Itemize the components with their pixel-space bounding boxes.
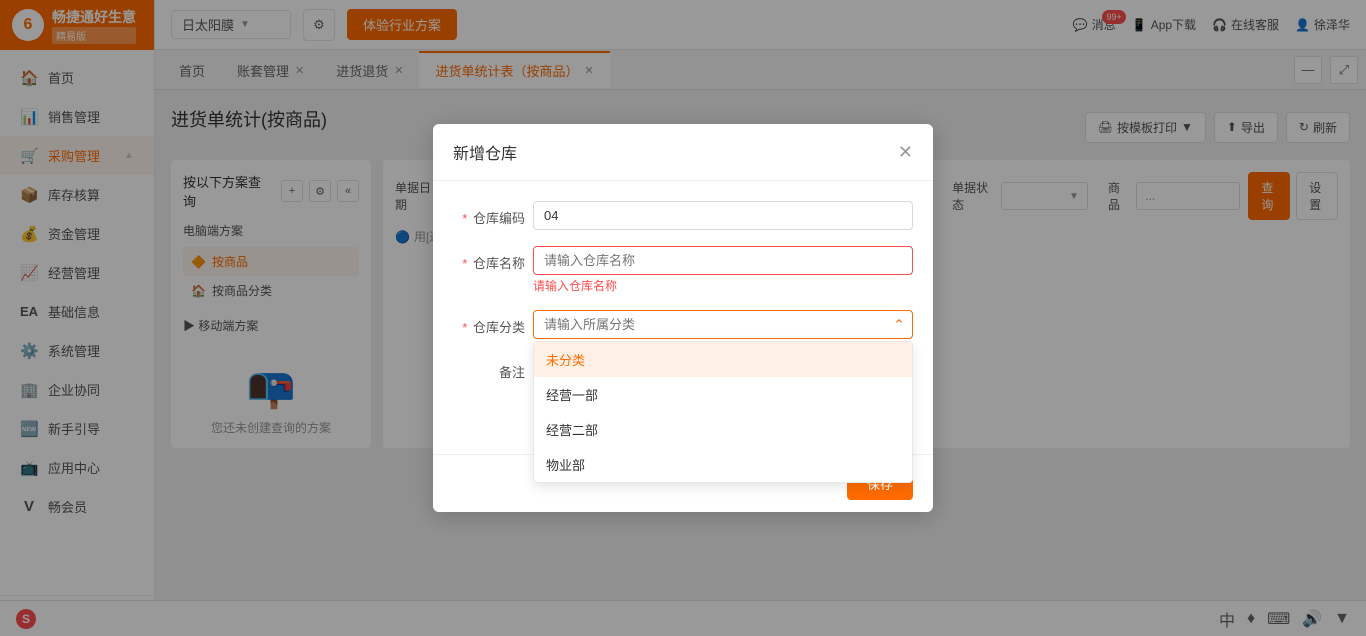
dropdown-item-dept3[interactable]: 物业部 <box>534 447 912 482</box>
category-input[interactable] <box>533 310 913 339</box>
modal-title: 新增仓库 <box>453 140 517 164</box>
modal-body: * 仓库编码 * 仓库名称 请输入仓库名称 <box>433 181 933 454</box>
modal-overlay: 新增仓库 ✕ * 仓库编码 * 仓库名称 <box>0 0 1366 636</box>
notes-label: 备注 <box>453 355 533 381</box>
name-control: 请输入仓库名称 <box>533 246 913 294</box>
name-form-row: * 仓库名称 请输入仓库名称 <box>453 246 913 294</box>
dropdown-item-unclassified[interactable]: 未分类 <box>534 342 912 377</box>
code-input[interactable] <box>533 201 913 230</box>
name-input[interactable] <box>533 246 913 275</box>
category-form-row: * 仓库分类 ⌃ 未分类 经营一部 经营二部 物业部 <box>453 310 913 339</box>
code-label: * 仓库编码 <box>453 201 533 227</box>
name-error-msg: 请输入仓库名称 <box>533 277 913 294</box>
dropdown-item-dept1[interactable]: 经营一部 <box>534 377 912 412</box>
dropdown-item-dept2[interactable]: 经营二部 <box>534 412 912 447</box>
category-label: * 仓库分类 <box>453 310 533 336</box>
modal-header: 新增仓库 ✕ <box>433 124 933 181</box>
code-form-row: * 仓库编码 <box>453 201 913 230</box>
new-warehouse-modal: 新增仓库 ✕ * 仓库编码 * 仓库名称 <box>433 124 933 512</box>
name-label: * 仓库名称 <box>453 246 533 272</box>
category-control: ⌃ 未分类 经营一部 经营二部 物业部 <box>533 310 913 339</box>
category-dropdown-list: 未分类 经营一部 经营二部 物业部 <box>533 341 913 483</box>
category-dropdown-arrow[interactable]: ⌃ <box>893 316 905 333</box>
code-control <box>533 201 913 230</box>
modal-close-button[interactable]: ✕ <box>898 142 913 163</box>
